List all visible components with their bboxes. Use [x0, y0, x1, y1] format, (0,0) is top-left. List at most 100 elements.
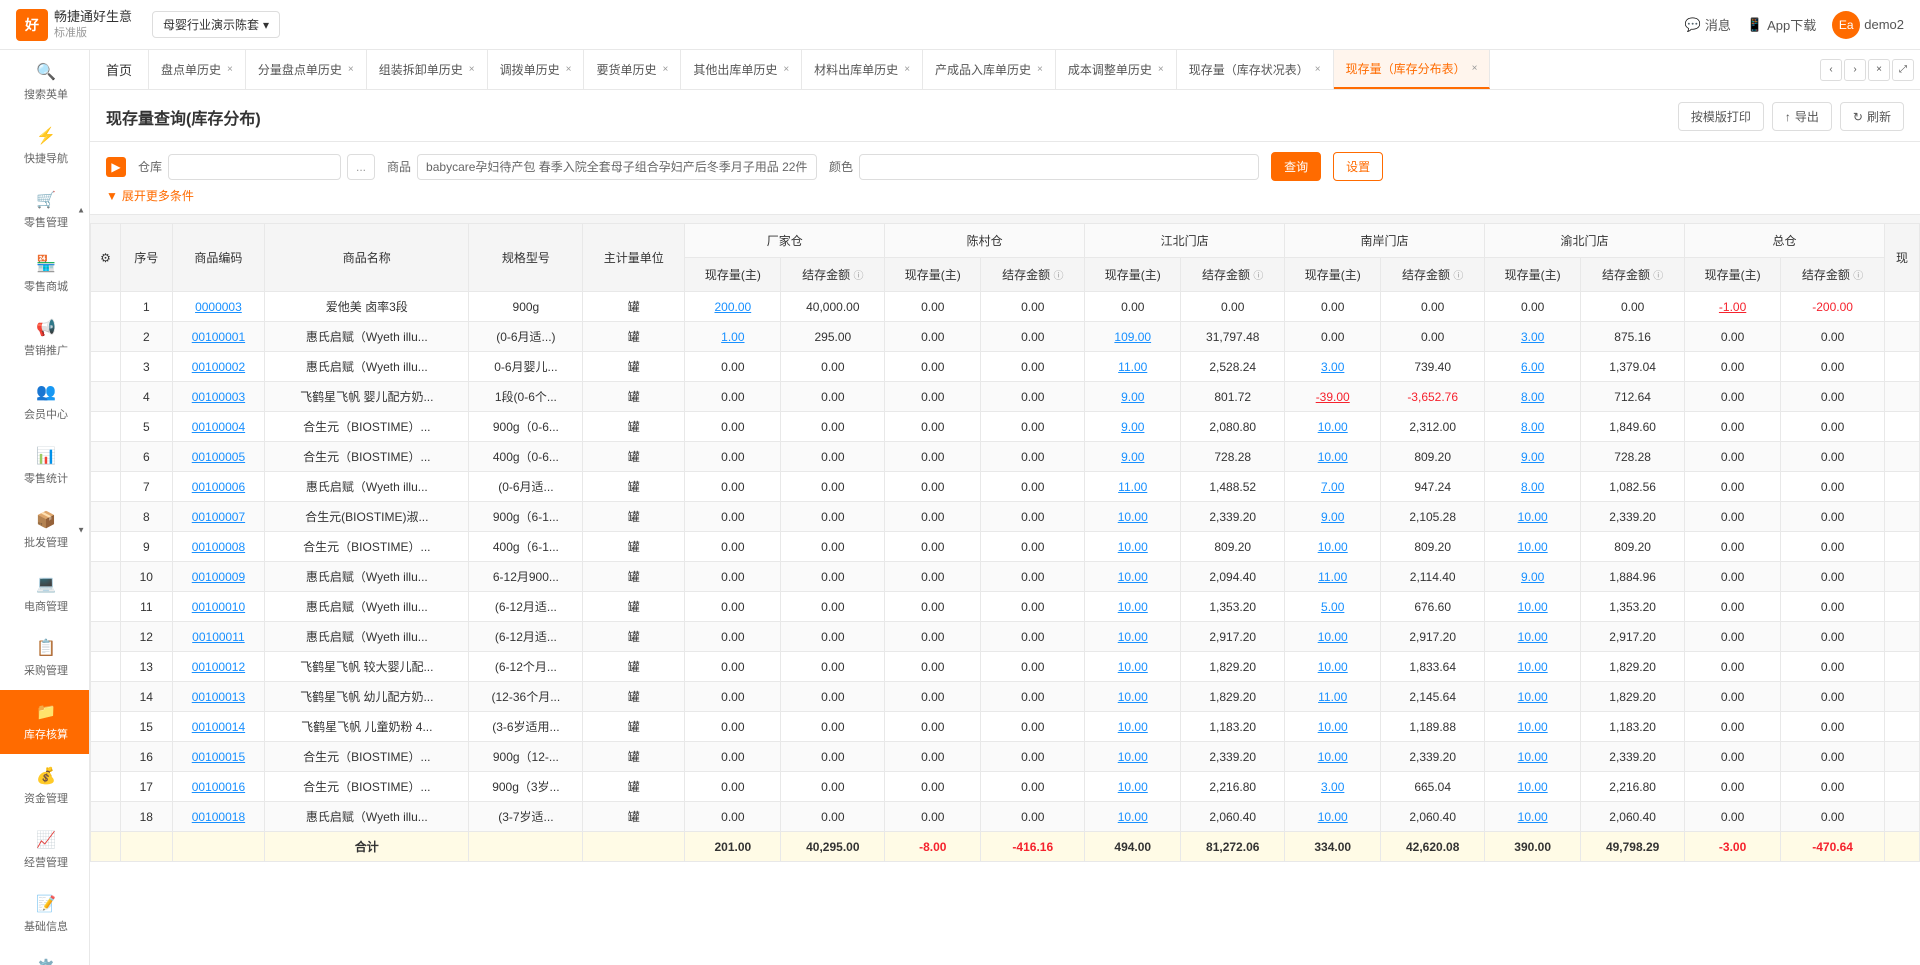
sidebar-item-finance[interactable]: 💰 资金管理 — [0, 754, 89, 818]
table-cell[interactable]: 10.00 — [1285, 622, 1381, 652]
table-cell[interactable]: 0.00 — [1684, 502, 1780, 532]
table-cell[interactable]: 11.00 — [1085, 472, 1181, 502]
tab-partial-check[interactable]: 分量盘点单历史 × — [246, 50, 367, 89]
table-cell[interactable]: 0.00 — [685, 412, 781, 442]
table-cell[interactable]: 11.00 — [1085, 352, 1181, 382]
table-cell[interactable]: 10.00 — [1285, 652, 1381, 682]
table-cell[interactable]: 0.00 — [685, 682, 781, 712]
color-input[interactable] — [859, 154, 1259, 180]
table-cell[interactable]: 0.00 — [885, 292, 981, 322]
product-input[interactable] — [417, 154, 817, 180]
table-cell[interactable]: 10.00 — [1285, 742, 1381, 772]
table-cell[interactable]: 0.00 — [1684, 562, 1780, 592]
table-cell[interactable]: 0.00 — [885, 562, 981, 592]
table-cell[interactable]: 9.00 — [1085, 382, 1181, 412]
close-icon[interactable]: × — [1315, 64, 1321, 75]
sidebar-item-ecommerce[interactable]: 💻 电商管理 — [0, 562, 89, 626]
table-cell[interactable]: 10.00 — [1085, 742, 1181, 772]
toggle-more-btn[interactable]: ▼ 展开更多条件 — [106, 187, 1904, 204]
sidebar-item-basic[interactable]: 📝 基础信息 — [0, 882, 89, 946]
table-cell[interactable]: 0.00 — [885, 502, 981, 532]
table-cell[interactable]: 0.00 — [685, 622, 781, 652]
sidebar-item-mall[interactable]: 🏪 零售商城 — [0, 242, 89, 306]
print-btn[interactable]: 按模版打印 — [1678, 102, 1764, 131]
table-cell[interactable]: 0.00 — [1684, 622, 1780, 652]
query-btn[interactable]: 查询 — [1271, 152, 1321, 181]
table-cell[interactable]: 0.00 — [885, 742, 981, 772]
tab-home[interactable]: 首页 — [90, 50, 149, 89]
table-cell[interactable]: 0.00 — [1684, 382, 1780, 412]
app-download-btn[interactable]: 📱 App下载 — [1747, 15, 1816, 34]
tab-assembly[interactable]: 组装拆卸单历史 × — [367, 50, 488, 89]
table-cell[interactable]: 0.00 — [1285, 322, 1381, 352]
table-cell[interactable]: 10.00 — [1285, 442, 1381, 472]
close-icon[interactable]: × — [469, 64, 475, 75]
table-cell[interactable]: 0.00 — [885, 412, 981, 442]
table-cell[interactable]: 10.00 — [1085, 622, 1181, 652]
table-cell[interactable]: 7.00 — [1285, 472, 1381, 502]
close-icon[interactable]: × — [227, 64, 233, 75]
sidebar-item-wholesale[interactable]: 📦 批发管理 ▼ — [0, 498, 89, 562]
table-cell[interactable]: 0.00 — [885, 802, 981, 832]
table-cell[interactable]: 10.00 — [1085, 682, 1181, 712]
table-cell[interactable]: 0.00 — [685, 742, 781, 772]
tab-product-in[interactable]: 产成品入库单历史 × — [923, 50, 1056, 89]
refresh-btn[interactable]: ↻ 刷新 — [1840, 102, 1904, 131]
table-cell[interactable]: 0.00 — [885, 472, 981, 502]
warehouse-dots[interactable]: ... — [347, 154, 375, 180]
table-cell[interactable]: 0.00 — [885, 772, 981, 802]
table-cell[interactable]: 0.00 — [685, 562, 781, 592]
table-cell[interactable]: 0.00 — [1684, 352, 1780, 382]
table-cell[interactable]: 0.00 — [885, 622, 981, 652]
close-icon[interactable]: × — [783, 64, 789, 75]
table-cell[interactable]: 0.00 — [1684, 412, 1780, 442]
table-cell[interactable]: 10.00 — [1485, 802, 1581, 832]
table-cell[interactable]: 10.00 — [1285, 532, 1381, 562]
table-cell[interactable]: 9.00 — [1485, 442, 1581, 472]
table-cell[interactable]: 0.00 — [885, 592, 981, 622]
table-cell[interactable]: 10.00 — [1085, 592, 1181, 622]
table-cell[interactable]: 10.00 — [1085, 652, 1181, 682]
sidebar-item-retail[interactable]: 🛒 零售管理 ▲ — [0, 178, 89, 242]
close-icon[interactable]: × — [1037, 64, 1043, 75]
table-cell[interactable]: 10.00 — [1485, 502, 1581, 532]
table-cell[interactable]: 0.00 — [1684, 532, 1780, 562]
table-cell[interactable]: 0.00 — [685, 772, 781, 802]
tab-cost-adjust[interactable]: 成本调整单历史 × — [1056, 50, 1177, 89]
store-select[interactable]: 母婴行业演示陈套 ▾ — [152, 11, 280, 38]
sidebar-item-inventory[interactable]: 📁 库存核算 — [0, 690, 89, 754]
table-cell[interactable]: 0.00 — [1684, 712, 1780, 742]
table-cell[interactable]: 8.00 — [1485, 382, 1581, 412]
sidebar-item-retail-stats[interactable]: 📊 零售统计 — [0, 434, 89, 498]
table-cell[interactable]: 0.00 — [885, 652, 981, 682]
table-cell[interactable]: 10.00 — [1085, 502, 1181, 532]
table-cell[interactable]: 0.00 — [1684, 772, 1780, 802]
table-cell[interactable]: 0.00 — [885, 382, 981, 412]
table-cell[interactable]: 109.00 — [1085, 322, 1181, 352]
sidebar-item-quicknav[interactable]: ⚡ 快捷导航 — [0, 114, 89, 178]
table-cell[interactable]: 10.00 — [1085, 562, 1181, 592]
col-settings-header[interactable]: ⚙ — [91, 224, 121, 292]
table-cell[interactable]: 3.00 — [1485, 322, 1581, 352]
table-cell[interactable]: 200.00 — [685, 292, 781, 322]
settings-btn[interactable]: 设置 — [1333, 152, 1383, 181]
table-cell[interactable]: 3.00 — [1285, 772, 1381, 802]
table-cell[interactable]: 0.00 — [885, 712, 981, 742]
table-cell[interactable]: 0.00 — [685, 802, 781, 832]
table-cell[interactable]: 9.00 — [1285, 502, 1381, 532]
table-cell[interactable]: 9.00 — [1085, 412, 1181, 442]
user-area[interactable]: Ea demo2 — [1832, 11, 1904, 39]
table-cell[interactable]: 11.00 — [1285, 682, 1381, 712]
tab-material-out[interactable]: 材料出库单历史 × — [802, 50, 923, 89]
close-icon[interactable]: × — [1158, 64, 1164, 75]
table-cell[interactable]: 0.00 — [1684, 472, 1780, 502]
table-cell[interactable]: 10.00 — [1485, 592, 1581, 622]
table-cell[interactable]: 10.00 — [1285, 712, 1381, 742]
tab-other-out[interactable]: 其他出库单历史 × — [681, 50, 802, 89]
sidebar-item-system[interactable]: ⚙️ 系统管理 — [0, 946, 89, 965]
tab-transfer[interactable]: 调拨单历史 × — [488, 50, 585, 89]
table-cell[interactable]: 0.00 — [1684, 742, 1780, 772]
table-cell[interactable]: 0.00 — [685, 652, 781, 682]
table-cell[interactable]: 0.00 — [1285, 292, 1381, 322]
sidebar-item-member[interactable]: 👥 会员中心 — [0, 370, 89, 434]
